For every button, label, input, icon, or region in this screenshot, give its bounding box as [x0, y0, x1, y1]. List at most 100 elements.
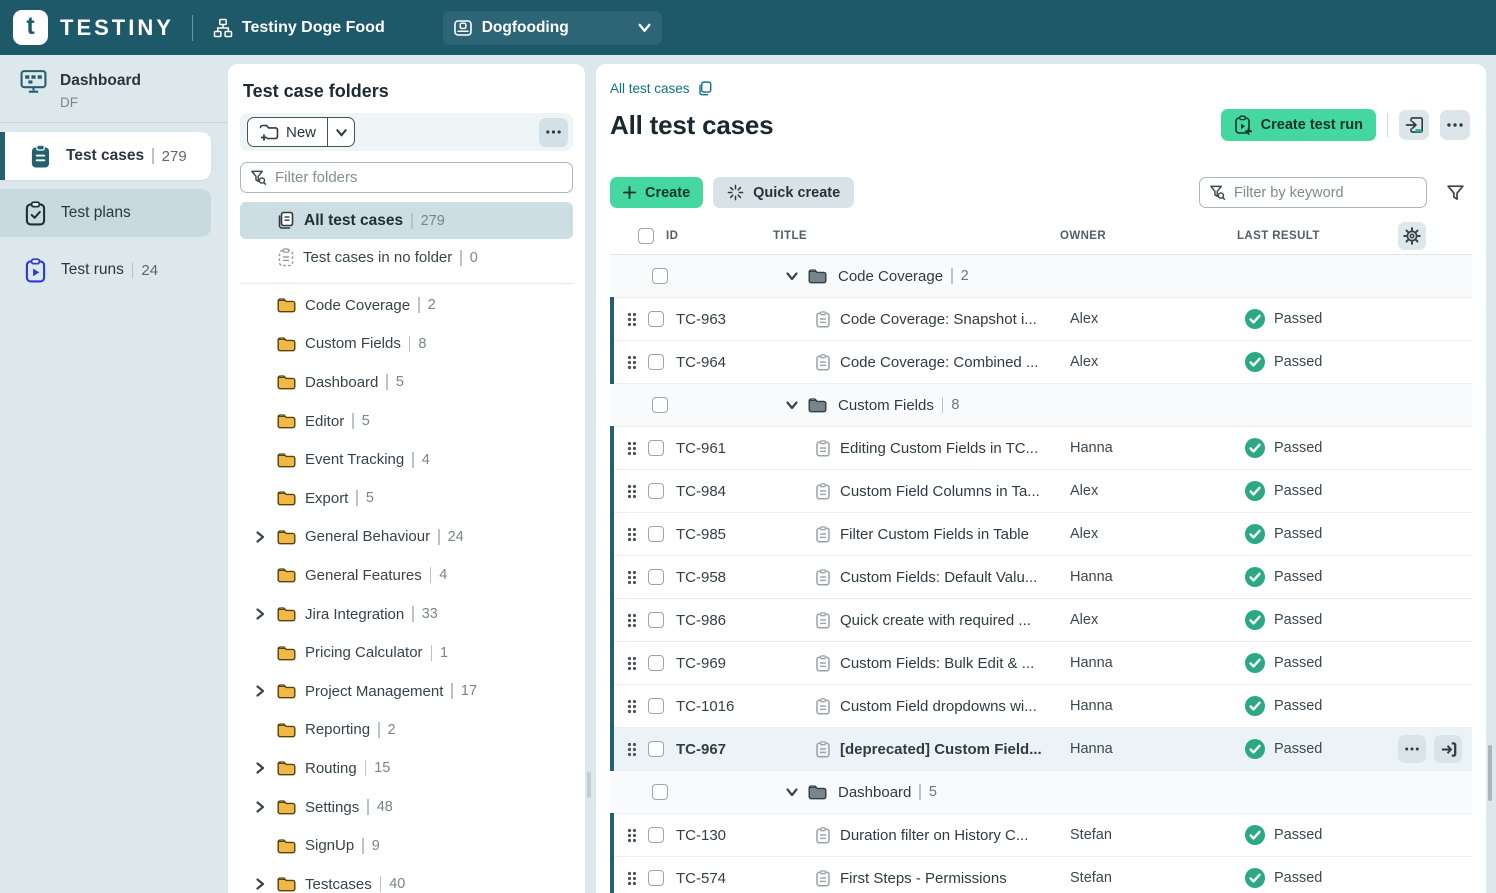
folder-name[interactable]: Routing: [305, 760, 357, 777]
filter-keyword-field[interactable]: [1199, 177, 1427, 208]
case-title[interactable]: Custom Fields: Default Valu...: [840, 569, 1062, 586]
advanced-filter-button[interactable]: [1446, 183, 1465, 202]
folder-item[interactable]: Export 5: [240, 479, 573, 518]
create-button[interactable]: Create: [610, 177, 703, 208]
table-row[interactable]: TC-986 Quick create with required ... Al…: [610, 599, 1472, 642]
copy-link-icon[interactable]: [697, 81, 712, 96]
folder-item[interactable]: General Features 4: [240, 556, 573, 595]
folder-item[interactable]: Event Tracking 4: [240, 440, 573, 479]
folder-name[interactable]: General Features: [305, 567, 422, 584]
chevron-right-icon[interactable]: [253, 607, 267, 621]
folder-name[interactable]: Editor: [305, 413, 344, 430]
table-row[interactable]: TC-1016 Custom Field dropdowns wi... Han…: [610, 685, 1472, 728]
table-row[interactable]: TC-969 Custom Fields: Bulk Edit & ... Ha…: [610, 642, 1472, 685]
org-switcher[interactable]: Testiny Doge Food: [213, 18, 385, 38]
row-checkbox[interactable]: [648, 354, 664, 370]
folder-item[interactable]: Jira Integration 33: [240, 595, 573, 634]
chevron-down-icon[interactable]: [785, 398, 799, 412]
table-row[interactable]: TC-130 Duration filter on History C... S…: [610, 814, 1472, 857]
chevron-right-icon[interactable]: [253, 684, 267, 698]
breadcrumb-label[interactable]: All test cases: [610, 81, 690, 96]
case-title[interactable]: Code Coverage: Combined ...: [840, 354, 1062, 371]
new-folder-dropdown[interactable]: [327, 118, 354, 146]
brand-name[interactable]: TESTINY: [60, 15, 174, 41]
main-scrollbar[interactable]: [1488, 745, 1492, 801]
drag-handle-icon[interactable]: [627, 570, 641, 585]
folder-name[interactable]: Project Management: [305, 683, 443, 700]
group-name[interactable]: Custom Fields: [838, 397, 934, 414]
group-row[interactable]: Code Coverage 2: [610, 255, 1472, 298]
create-test-run-button[interactable]: Create test run: [1221, 109, 1376, 141]
folder-name[interactable]: General Behaviour: [305, 528, 430, 545]
row-checkbox[interactable]: [648, 569, 664, 585]
drag-handle-icon[interactable]: [627, 871, 641, 886]
table-row[interactable]: TC-964 Code Coverage: Combined ... Alex …: [610, 341, 1472, 384]
folders-scrollbar[interactable]: [587, 772, 591, 798]
row-checkbox[interactable]: [648, 870, 664, 886]
table-row[interactable]: TC-958 Custom Fields: Default Valu... Ha…: [610, 556, 1472, 599]
folder-name[interactable]: Testcases: [305, 876, 372, 893]
column-header-id[interactable]: ID: [666, 230, 773, 242]
chevron-down-icon[interactable]: [785, 785, 799, 799]
drag-handle-icon[interactable]: [627, 527, 641, 542]
case-title[interactable]: Custom Field Columns in Ta...: [840, 483, 1062, 500]
select-all-checkbox[interactable]: [638, 228, 654, 244]
table-row[interactable]: TC-984 Custom Field Columns in Ta... Ale…: [610, 470, 1472, 513]
table-row[interactable]: TC-967 [deprecated] Custom Field... Hann…: [610, 728, 1472, 771]
case-title[interactable]: First Steps - Permissions: [840, 870, 1062, 887]
new-folder-button[interactable]: New: [247, 117, 355, 147]
row-checkbox[interactable]: [648, 698, 664, 714]
column-header-owner[interactable]: OWNER: [1060, 230, 1237, 242]
folder-name[interactable]: Pricing Calculator: [305, 644, 423, 661]
project-selector[interactable]: Dogfooding: [443, 11, 662, 45]
drag-handle-icon[interactable]: [627, 828, 641, 843]
sidebar-item-test-cases[interactable]: Test cases 279: [0, 132, 211, 180]
row-checkbox[interactable]: [648, 526, 664, 542]
case-title[interactable]: Code Coverage: Snapshot i...: [840, 311, 1062, 328]
folder-name[interactable]: Settings: [305, 799, 359, 816]
row-checkbox[interactable]: [648, 311, 664, 327]
table-row[interactable]: TC-961 Editing Custom Fields in TC... Ha…: [610, 427, 1472, 470]
row-checkbox[interactable]: [648, 655, 664, 671]
row-checkbox[interactable]: [648, 440, 664, 456]
testiny-logo-icon[interactable]: t: [13, 10, 48, 45]
chevron-right-icon[interactable]: [253, 761, 267, 775]
more-actions-button[interactable]: [1440, 110, 1470, 140]
row-checkbox[interactable]: [648, 483, 664, 499]
drag-handle-icon[interactable]: [627, 742, 641, 757]
folder-item[interactable]: Routing 15: [240, 749, 573, 788]
folder-name[interactable]: Custom Fields: [305, 335, 401, 352]
folder-item[interactable]: SignUp 9: [240, 826, 573, 865]
case-title[interactable]: Custom Field dropdowns wi...: [840, 698, 1062, 715]
table-row[interactable]: TC-963 Code Coverage: Snapshot i... Alex…: [610, 298, 1472, 341]
chevron-right-icon[interactable]: [253, 800, 267, 814]
row-more-button[interactable]: [1398, 735, 1426, 763]
folder-item[interactable]: General Behaviour 24: [240, 518, 573, 557]
table-settings-button[interactable]: [1398, 222, 1426, 250]
filter-folders-input[interactable]: [275, 169, 563, 186]
table-row[interactable]: TC-985 Filter Custom Fields in Table Ale…: [610, 513, 1472, 556]
drag-handle-icon[interactable]: [627, 484, 641, 499]
case-title[interactable]: Quick create with required ...: [840, 612, 1062, 629]
drag-handle-icon[interactable]: [627, 613, 641, 628]
folder-item[interactable]: Editor 5: [240, 402, 573, 441]
folder-item[interactable]: Code Coverage 2: [240, 286, 573, 325]
drag-handle-icon[interactable]: [627, 656, 641, 671]
folder-item[interactable]: Custom Fields 8: [240, 325, 573, 364]
drag-handle-icon[interactable]: [627, 441, 641, 456]
folder-item[interactable]: Testcases 40: [240, 865, 573, 893]
folder-name[interactable]: Code Coverage: [305, 297, 410, 314]
folder-name[interactable]: SignUp: [305, 837, 354, 854]
import-button[interactable]: [1399, 110, 1429, 140]
folder-name[interactable]: Event Tracking: [305, 451, 404, 468]
sidebar-item-dashboard[interactable]: Dashboard DF: [0, 55, 228, 110]
case-title[interactable]: [deprecated] Custom Field...: [840, 741, 1062, 758]
filter-folders-field[interactable]: [240, 162, 573, 193]
folder-item-all-test-cases[interactable]: All test cases 279: [240, 202, 573, 239]
row-checkbox[interactable]: [648, 612, 664, 628]
folder-item-no-folder[interactable]: Test cases in no folder 0: [240, 241, 573, 274]
group-name[interactable]: Code Coverage: [838, 268, 943, 285]
drag-handle-icon[interactable]: [627, 312, 641, 327]
column-header-last-result[interactable]: LAST RESULT: [1237, 230, 1320, 242]
row-checkbox[interactable]: [648, 827, 664, 843]
